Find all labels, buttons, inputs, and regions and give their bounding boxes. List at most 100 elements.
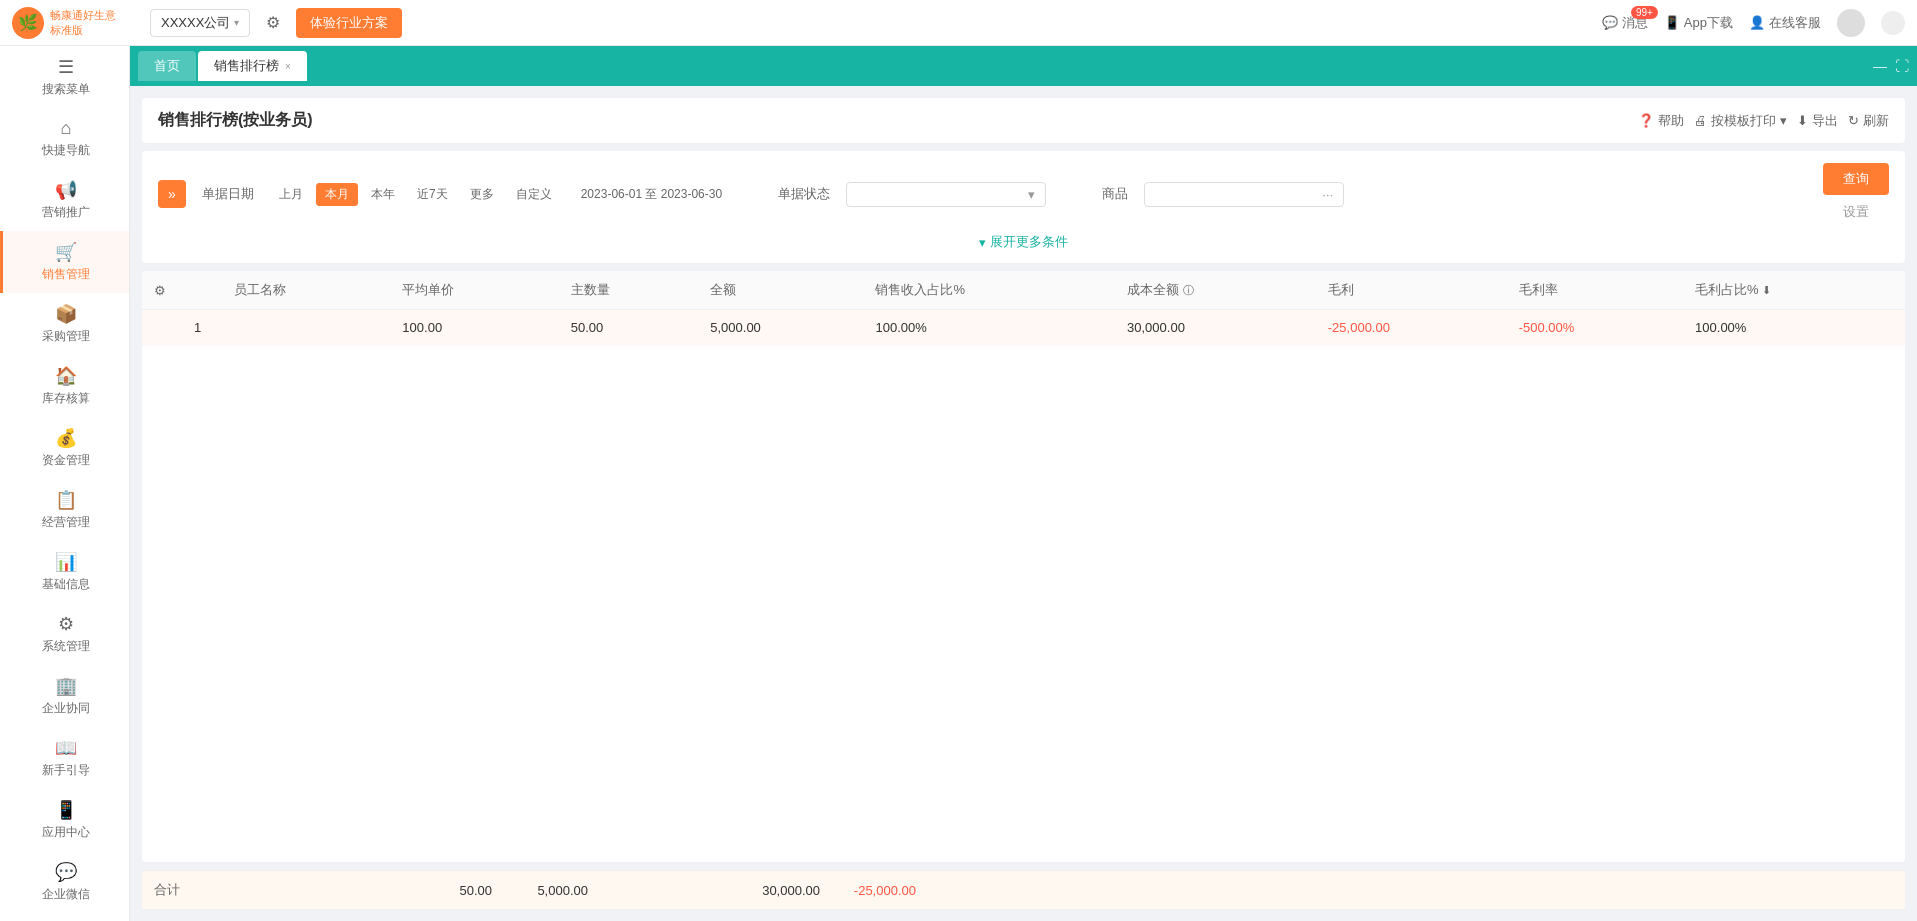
sidebar-item-wechat[interactable]: 💬 企业微信	[0, 851, 129, 913]
page-content: 销售排行榜(按业务员) ❓ 帮助 🖨 按模板打印 ▾ ⬇	[130, 86, 1917, 921]
sidebar-label-inventory: 库存核算	[42, 390, 90, 407]
sidebar-label-sales: 销售管理	[42, 266, 90, 283]
gross-pct-sort-icon[interactable]: ⬇	[1762, 284, 1771, 296]
date-tab-more[interactable]: 更多	[461, 183, 503, 206]
tab-home-label: 首页	[154, 57, 180, 75]
help-button[interactable]: ❓ 帮助	[1638, 112, 1684, 130]
online-service-button[interactable]: 👤 在线客服	[1749, 14, 1821, 32]
goods-input[interactable]: ···	[1144, 182, 1344, 207]
expand-chevron-icon: ▾	[979, 235, 986, 250]
sidebar-label-search: 搜索菜单	[42, 81, 90, 98]
tab-fullscreen-icon[interactable]: ⛶	[1895, 58, 1909, 74]
refresh-button[interactable]: ↻ 刷新	[1848, 112, 1889, 130]
sidebar-item-marketing[interactable]: 📢 营销推广	[0, 169, 129, 231]
tab-bar: 首页 销售排行榜 × — ⛶	[130, 46, 1917, 86]
cost-info-icon[interactable]: ⓘ	[1183, 284, 1194, 296]
row-rank-cell: 1	[182, 310, 222, 346]
row-employee-cell	[222, 310, 390, 346]
tab-home[interactable]: 首页	[138, 51, 196, 81]
base-info-icon: 📊	[55, 551, 77, 573]
sidebar-label-system: 系统管理	[42, 638, 90, 655]
user-avatar[interactable]	[1837, 9, 1865, 37]
col-settings[interactable]: ⚙	[142, 271, 182, 310]
table-body: 1 100.00 50.00 5,000.00 100.00% 30,000.0…	[142, 310, 1905, 346]
date-tab-last-7-days[interactable]: 近7天	[408, 183, 457, 206]
topbar-settings-icon[interactable]: ⚙	[258, 8, 288, 38]
top-right-area: 💬 消息 99+ 📱 App下载 👤 在线客服	[1602, 9, 1905, 37]
filter-toggle-icon: »	[168, 186, 176, 202]
app-download-button[interactable]: 📱 App下载	[1664, 14, 1733, 32]
sidebar-item-base-info[interactable]: 📊 基础信息	[0, 541, 129, 603]
message-button[interactable]: 💬 消息 99+	[1602, 14, 1648, 32]
sidebar-item-purchase[interactable]: 📦 采购管理	[0, 293, 129, 355]
sidebar-item-guide[interactable]: 📖 新手引导	[0, 727, 129, 789]
date-tab-current-month[interactable]: 本月	[316, 183, 358, 206]
sidebar-item-app-center[interactable]: 📱 应用中心	[0, 789, 129, 851]
sidebar-item-vip[interactable]: V 畅会员	[0, 913, 129, 921]
page-header: 销售排行榜(按业务员) ❓ 帮助 🖨 按模板打印 ▾ ⬇	[142, 98, 1905, 143]
message-icon: 💬	[1602, 15, 1618, 30]
col-gross: 毛利	[1316, 271, 1507, 310]
goods-filter-label: 商品	[1102, 185, 1128, 203]
footer-qty-val: 50.00	[412, 883, 492, 898]
wechat-icon: 💬	[55, 861, 77, 883]
sidebar-item-inventory[interactable]: 🏠 库存核算	[0, 355, 129, 417]
guide-icon: 📖	[55, 737, 77, 759]
sidebar-item-operations[interactable]: 📋 经营管理	[0, 479, 129, 541]
footer-gross: -25,000.00	[836, 883, 916, 898]
date-tab-last-month[interactable]: 上月	[270, 183, 312, 206]
template-print-button[interactable]: 🖨 按模板打印 ▾	[1694, 112, 1787, 130]
filter-settings-link[interactable]: 设置	[1823, 199, 1889, 225]
col-rank	[182, 271, 222, 310]
sidebar-item-search[interactable]: ☰ 搜索菜单	[0, 46, 129, 108]
content-area: 首页 销售排行榜 × — ⛶ 销售排行榜(按业务员)	[130, 46, 1917, 921]
online-service-icon: 👤	[1749, 15, 1765, 30]
date-filter-label: 单据日期	[202, 185, 254, 203]
col-gross-rate: 毛利率	[1507, 271, 1683, 310]
footer-label: 合计	[154, 881, 180, 899]
logo-main-text: 畅康通好生意	[50, 8, 116, 22]
row-qty-cell: 50.00	[559, 310, 699, 346]
tab-close-icon[interactable]: ×	[285, 61, 291, 72]
logo-sub-text: 标准版	[50, 23, 116, 37]
export-label: 导出	[1812, 112, 1838, 130]
query-button[interactable]: 查询	[1823, 163, 1889, 195]
app-center-icon: 📱	[55, 799, 77, 821]
date-tab-current-year[interactable]: 本年	[362, 183, 404, 206]
sidebar: ☰ 搜索菜单 ⌂ 快捷导航 📢 营销推广 🛒 销售管理 📦 采购管理 🏠 库	[0, 46, 130, 921]
row-settings-cell	[142, 310, 182, 346]
tab-sales-rank[interactable]: 销售排行榜 ×	[198, 51, 307, 81]
user-name-area[interactable]	[1881, 11, 1905, 35]
online-service-label: 在线客服	[1769, 14, 1821, 32]
row-gross-cell: -25,000.00	[1316, 310, 1507, 346]
row-avg-price-cell: 100.00	[390, 310, 558, 346]
purchase-icon: 📦	[55, 303, 77, 325]
filter-toggle-button[interactable]: »	[158, 180, 186, 208]
sidebar-label-quick-nav: 快捷导航	[42, 142, 90, 159]
sidebar-label-wechat: 企业微信	[42, 886, 90, 903]
operations-icon: 📋	[55, 489, 77, 511]
company-selector[interactable]: XXXXX公司 ▾	[150, 9, 250, 37]
message-badge: 99+	[1631, 6, 1658, 19]
col-qty: 主数量	[559, 271, 699, 310]
sidebar-item-enterprise[interactable]: 🏢 企业协同	[0, 665, 129, 727]
status-filter-label: 单据状态	[778, 185, 830, 203]
export-button[interactable]: ⬇ 导出	[1797, 112, 1838, 130]
print-icon: 🖨	[1694, 113, 1707, 128]
sidebar-item-finance[interactable]: 💰 资金管理	[0, 417, 129, 479]
table-header: ⚙ 员工名称 平均单价 主数量 全额 销售收入占比% 成本全额 ⓘ 毛利 毛	[142, 271, 1905, 310]
expand-more-button[interactable]: ▾ 展开更多条件	[979, 233, 1068, 251]
main-area: ☰ 搜索菜单 ⌂ 快捷导航 📢 营销推广 🛒 销售管理 📦 采购管理 🏠 库	[0, 46, 1917, 921]
sidebar-label-marketing: 营销推广	[42, 204, 90, 221]
sidebar-item-sales[interactable]: 🛒 销售管理	[0, 231, 129, 293]
sales-rank-table: ⚙ 员工名称 平均单价 主数量 全额 销售收入占比% 成本全额 ⓘ 毛利 毛	[142, 271, 1905, 346]
date-tab-custom[interactable]: 自定义	[507, 183, 561, 206]
status-select[interactable]: ▾	[846, 182, 1046, 207]
search-icon: ☰	[58, 56, 74, 78]
app-download-label: App下载	[1684, 14, 1733, 32]
experience-button[interactable]: 体验行业方案	[296, 8, 402, 38]
sidebar-item-quick-nav[interactable]: ⌂ 快捷导航	[0, 108, 129, 169]
tab-minimize-icon[interactable]: —	[1873, 58, 1887, 74]
footer-cost: 30,000.00	[740, 883, 820, 898]
sidebar-item-system[interactable]: ⚙ 系统管理	[0, 603, 129, 665]
